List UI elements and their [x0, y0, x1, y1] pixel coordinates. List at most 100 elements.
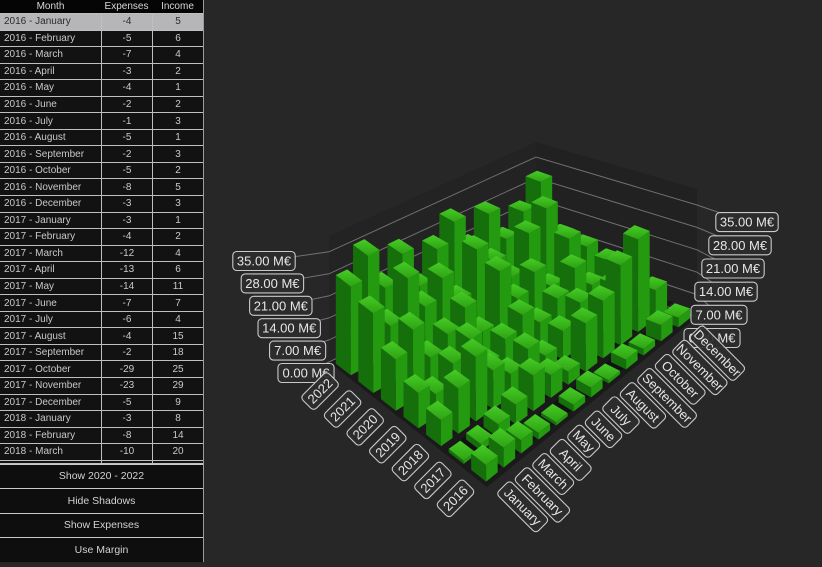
table-row[interactable]: 2018 - February -8 14: [0, 427, 203, 445]
table-cell: 5: [152, 14, 203, 30]
table-cell: 25: [152, 361, 203, 378]
table-row[interactable]: 2017 - July -6 4: [0, 311, 203, 329]
table-cell: 2016 - March: [4, 49, 63, 61]
table-cell: -7: [101, 47, 152, 63]
svg-text:28.00 M€: 28.00 M€: [713, 238, 768, 253]
table-row[interactable]: 2017 - March -12 4: [0, 245, 203, 263]
table-row[interactable]: 2016 - March -7 4: [0, 47, 203, 64]
bar[interactable]: [358, 295, 385, 394]
table-row[interactable]: 2017 - April -13 6: [0, 262, 203, 279]
toggle-years-button[interactable]: Show 2020 - 2022: [0, 463, 203, 489]
table-cell: 2017 - July: [4, 314, 53, 326]
table-cell: 7: [152, 295, 203, 311]
table-row[interactable]: 2016 - July -1 3: [0, 113, 203, 130]
table-cell: -23: [101, 378, 152, 394]
table-row[interactable]: 2016 - May -4 1: [0, 80, 203, 97]
table-row[interactable]: 2018 - March -10 20: [0, 444, 203, 461]
table-row[interactable]: 2017 - December -5 9: [0, 394, 203, 412]
bar[interactable]: [380, 341, 408, 411]
table-cell: 2016 - September: [4, 148, 85, 160]
bar3d-chart[interactable]: 0.00 M€ 7.00 M€ 14.00 M€ 21.00 M€ 28.00 M€ 35…: [204, 0, 822, 562]
table-cell: 9: [152, 394, 203, 411]
table-row[interactable]: 2016 - June -2 2: [0, 96, 203, 114]
table-cell: 2016 - July: [4, 115, 53, 127]
table-cell: -7: [101, 295, 152, 311]
bar[interactable]: [335, 269, 363, 376]
table-cell: 2: [152, 229, 203, 245]
table-cell: -4: [101, 80, 152, 96]
table-row[interactable]: 2016 - February -5 6: [0, 30, 203, 48]
table-cell: 2016 - April: [4, 65, 55, 77]
table-row[interactable]: 2016 - October -5 2: [0, 162, 203, 180]
table-row[interactable]: 2017 - January -3 1: [0, 212, 203, 230]
table-cell: -4: [101, 14, 152, 30]
table-cell: -5: [101, 129, 152, 146]
table-cell: -2: [101, 96, 152, 113]
table-cell: 2016 - August: [4, 132, 66, 144]
toggle-expenses-button[interactable]: Show Expenses: [0, 512, 203, 537]
table-cell: -29: [101, 361, 152, 378]
column-header-expenses[interactable]: Expenses: [101, 1, 152, 12]
table-row[interactable]: 2017 - September -2 18: [0, 344, 203, 362]
table-cell: -2: [101, 146, 152, 162]
table-row[interactable]: 2017 - November -23 29: [0, 378, 203, 395]
toggle-margin-button[interactable]: Use Margin: [0, 536, 203, 562]
table-row[interactable]: 2016 - December -3 3: [0, 196, 203, 213]
table-row[interactable]: 2017 - October -29 25: [0, 361, 203, 379]
table-cell: 2: [152, 96, 203, 113]
table-cell: 2017 - May: [4, 281, 55, 293]
table-cell: 2016 - February: [4, 32, 76, 44]
table-cell: -5: [101, 394, 152, 411]
table-cell: 15: [152, 328, 203, 344]
table-row[interactable]: 2017 - May -14 11: [0, 278, 203, 296]
table-header: Month Expenses Income: [0, 0, 203, 14]
table-cell: 2016 - November: [4, 181, 82, 193]
value-axis-label-left: 14.00 M€: [257, 318, 321, 339]
table-cell: 2017 - September: [4, 347, 85, 359]
svg-text:35.00 M€: 35.00 M€: [237, 254, 292, 269]
svg-text:7.00 M€: 7.00 M€: [696, 307, 744, 322]
table-cell: 2017 - November: [4, 380, 82, 392]
table-cell: 6: [152, 262, 203, 278]
table-cell: 8: [152, 411, 203, 427]
table-cell: 4: [152, 245, 203, 262]
table-cell: 20: [152, 444, 203, 460]
value-axis-label-right: 35.00 M€: [715, 212, 779, 233]
value-axis-label-left: 21.00 M€: [249, 295, 313, 316]
column-header-income[interactable]: Income: [152, 1, 203, 12]
table-cell: -3: [101, 212, 152, 229]
svg-text:14.00 M€: 14.00 M€: [262, 321, 317, 336]
table-cell: -12: [101, 245, 152, 262]
table-cell: 3: [152, 146, 203, 162]
table-row[interactable]: 2016 - January -4 5: [0, 14, 203, 31]
table-cell: -13: [101, 262, 152, 278]
table-row[interactable]: 2017 - February -4 2: [0, 229, 203, 246]
chart-canvas[interactable]: 0.00 M€7.00 M€14.00 M€21.00 M€28.00 M€35…: [204, 0, 822, 562]
table-cell: 2017 - April: [4, 264, 55, 276]
table-row[interactable]: 2016 - April -3 2: [0, 63, 203, 81]
table-cell: 3: [152, 113, 203, 129]
column-header-month[interactable]: Month: [0, 1, 101, 12]
table-cell: 2017 - June: [4, 297, 57, 309]
value-axis-label-right: 7.00 M€: [690, 304, 748, 325]
table-row[interactable]: 2017 - August -4 15: [0, 328, 203, 345]
table-cell: 2: [152, 162, 203, 179]
table-cell: -6: [101, 311, 152, 328]
svg-text:21.00 M€: 21.00 M€: [706, 261, 761, 276]
value-axis-label-left: 35.00 M€: [232, 250, 296, 272]
table-row[interactable]: 2017 - June -7 7: [0, 295, 203, 312]
table-row[interactable]: 2016 - September -2 3: [0, 146, 203, 163]
table-cell: -3: [101, 63, 152, 80]
table-cell: -10: [101, 444, 152, 460]
table-row[interactable]: 2018 - January -3 8: [0, 411, 203, 428]
table-cell: 2016 - June: [4, 99, 57, 110]
table-cell: 2016 - October: [4, 165, 71, 177]
table-row[interactable]: 2016 - August -5 1: [0, 129, 203, 147]
table-body: 2016 - January -4 5 2016 - February -5 6 2016 …: [0, 14, 203, 461]
table-row[interactable]: 2016 - November -8 5: [0, 179, 203, 197]
toggle-shadows-button[interactable]: Hide Shadows: [0, 488, 203, 513]
table-cell: 2016 - January: [4, 16, 71, 28]
table-cell: -5: [101, 30, 152, 47]
table-cell: 2018 - February: [4, 429, 76, 441]
data-table-panel: Month Expenses Income 2016 - January -4 5 2…: [0, 0, 204, 562]
